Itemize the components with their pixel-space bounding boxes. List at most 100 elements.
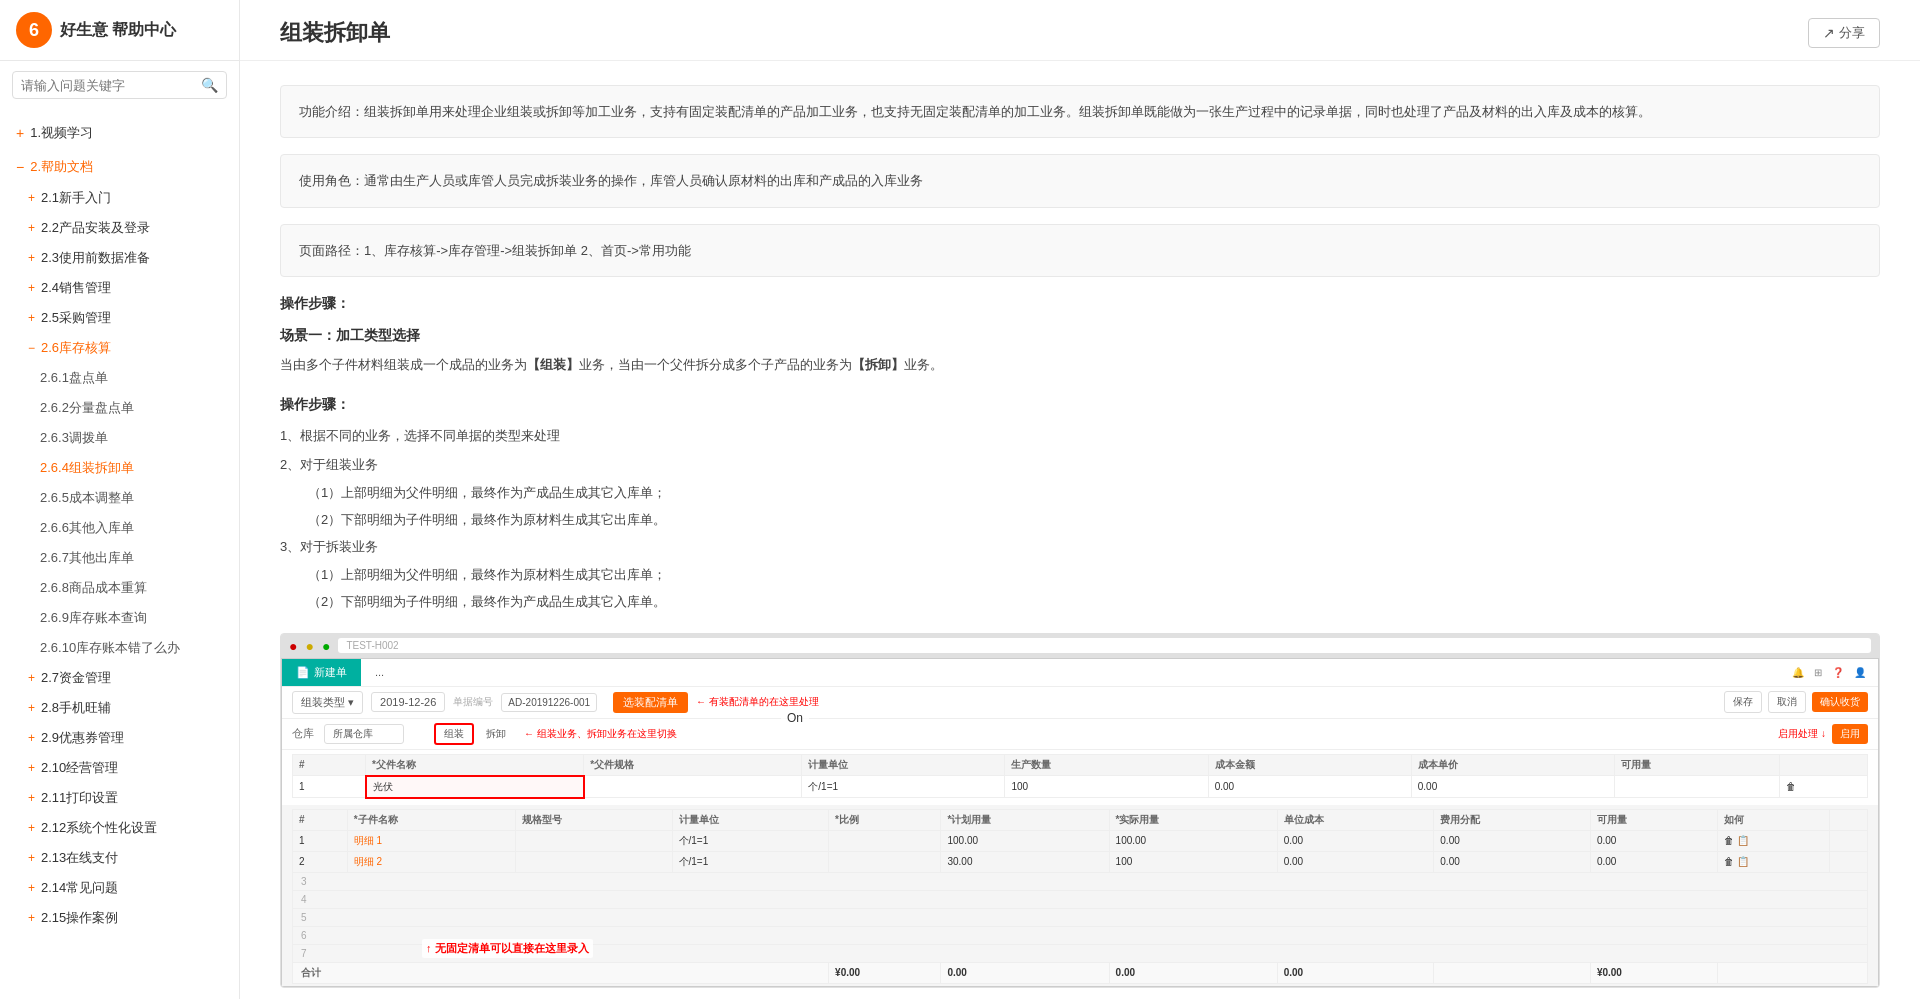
sim-btn-cancel[interactable]: 取消 bbox=[1768, 691, 1806, 713]
sidebar-item-transfer[interactable]: 2.6.3调拨单 bbox=[0, 423, 239, 453]
table-row: 4 bbox=[293, 890, 1868, 908]
footer-alloc: 0.00 bbox=[1277, 962, 1434, 983]
empty-row5: 5 bbox=[293, 908, 1868, 926]
lcell-actual2: 100 bbox=[1109, 851, 1277, 872]
sidebar-item-personalize[interactable]: + 2.12系统个性化设置 bbox=[0, 813, 239, 843]
sidebar-item-stock-query[interactable]: 2.6.9库存账本查询 bbox=[0, 603, 239, 633]
empty-row6: 6 bbox=[293, 926, 1868, 944]
plus-icon: + bbox=[16, 125, 24, 141]
app-title: 好生意 帮助中心 bbox=[60, 20, 176, 41]
sidebar-item-newbie[interactable]: + 2.1新手入门 bbox=[0, 183, 239, 213]
sim-new-label: 新建单 bbox=[314, 665, 347, 680]
step-2-2: （2）下部明细为子件明细，最终作为原材料生成其它出库单。 bbox=[308, 508, 1880, 533]
footer-actual: 0.00 bbox=[941, 962, 1109, 983]
sidebar-item-partial[interactable]: 2.6.2分量盘点单 bbox=[0, 393, 239, 423]
sim-btn-enable[interactable]: 启用 bbox=[1832, 724, 1868, 744]
scene1-desc: 当由多个子件材料组装成一个成品的业务为【组装】业务，当由一个父件拆分成多个子产品… bbox=[280, 353, 1880, 378]
sidebar-item-inventory[interactable]: − 2.6库存核算 bbox=[0, 333, 239, 363]
cell-unit: 个/1=1 bbox=[802, 776, 1005, 798]
cell-action: 🗑 bbox=[1779, 776, 1867, 798]
lcell-how2: 🗑 📋 bbox=[1717, 851, 1829, 872]
search-box[interactable]: 🔍 bbox=[12, 71, 227, 99]
scene1-title: 场景一：加工类型选择 bbox=[280, 327, 1880, 345]
screenshot-container: ● ● ● TEST-H002 📄 新建单 ... 🔔 bbox=[280, 633, 1880, 988]
search-input[interactable] bbox=[21, 78, 201, 93]
lcol-qty: *计划用量 bbox=[941, 809, 1109, 830]
sim-input-warehouse[interactable]: 所属仓库 bbox=[324, 724, 404, 744]
sidebar-item-check[interactable]: 2.6.1盘点单 bbox=[0, 363, 239, 393]
col-cost: 成本金额 bbox=[1208, 754, 1411, 776]
lcell-ratio bbox=[829, 830, 941, 851]
sidebar-item-other-out[interactable]: 2.6.7其他出库单 bbox=[0, 543, 239, 573]
cell-avail bbox=[1614, 776, 1779, 798]
sidebar-item-assembly[interactable]: 2.6.4组装拆卸单 bbox=[0, 453, 239, 483]
plus-icon: + bbox=[28, 821, 35, 835]
sidebar-item-stock-error[interactable]: 2.6.10库存账本错了么办 bbox=[0, 633, 239, 663]
sidebar-item-pay-label: 2.13在线支付 bbox=[41, 849, 118, 867]
sim-action-btns: 启用处理 ↓ 启用 bbox=[1778, 724, 1868, 744]
sidebar-item-docs[interactable]: − 2.帮助文档 bbox=[0, 151, 239, 183]
sim-btn-confirm[interactable]: 确认收货 bbox=[1812, 692, 1868, 712]
sidebar-item-coupon[interactable]: + 2.9优惠券管理 bbox=[0, 723, 239, 753]
col-unit: 计量单位 bbox=[802, 754, 1005, 776]
path-text: 页面路径：1、库存核算->库存管理->组装拆卸单 2、首页->常用功能 bbox=[299, 243, 691, 258]
sidebar-item-goods-cost[interactable]: 2.6.8商品成本重算 bbox=[0, 573, 239, 603]
step-2-1: （1）上部明细为父件明细，最终作为产成品生成其它入库单； bbox=[308, 481, 1880, 506]
plus-icon: + bbox=[28, 761, 35, 775]
sidebar-item-cases[interactable]: + 2.15操作案例 bbox=[0, 903, 239, 933]
lcell-spec bbox=[515, 830, 672, 851]
lcell-name2: 明细 2 bbox=[347, 851, 515, 872]
lcell-avail: 0.00 bbox=[1590, 830, 1717, 851]
sidebar-item-sales[interactable]: + 2.4销售管理 bbox=[0, 273, 239, 303]
table-row: 3 bbox=[293, 872, 1868, 890]
scene1-steps-title: 操作步骤： bbox=[280, 396, 1880, 414]
sim-icon-user: 👤 bbox=[1854, 667, 1866, 678]
sidebar-item-install[interactable]: + 2.2产品安装及登录 bbox=[0, 213, 239, 243]
intro-block: 功能介绍：组装拆卸单用来处理企业组装或拆卸等加工业务，支持有固定装配清单的产品加… bbox=[280, 85, 1880, 138]
sim-btn-save[interactable]: 保存 bbox=[1724, 691, 1762, 713]
table-row: 6 bbox=[293, 926, 1868, 944]
nav-sub-docs: + 2.1新手入门 + 2.2产品安装及登录 + 2.3使用前数据准备 + 2.… bbox=[0, 183, 239, 933]
sidebar-item-pay[interactable]: + 2.13在线支付 bbox=[0, 843, 239, 873]
annotation-switch: ← 组装业务、拆卸业务在这里切换 bbox=[524, 727, 677, 741]
lcell-avail2: 0.00 bbox=[1590, 851, 1717, 872]
sidebar-item-print-label: 2.11打印设置 bbox=[41, 789, 118, 807]
lcell-unit: 个/1=1 bbox=[672, 830, 829, 851]
sidebar-item-mobile[interactable]: + 2.8手机旺辅 bbox=[0, 693, 239, 723]
sidebar-item-prepare[interactable]: + 2.3使用前数据准备 bbox=[0, 243, 239, 273]
sidebar-item-personalize-label: 2.12系统个性化设置 bbox=[41, 819, 157, 837]
cell-spec bbox=[584, 776, 802, 798]
sidebar-item-ops[interactable]: + 2.10经营管理 bbox=[0, 753, 239, 783]
sim-btn-assembly-list[interactable]: 选装配清单 bbox=[613, 692, 688, 713]
sim-btn-date[interactable]: 2019-12-26 bbox=[371, 692, 445, 712]
plus-icon: + bbox=[28, 731, 35, 745]
sim-icon-help: ❓ bbox=[1832, 667, 1844, 678]
sidebar-item-ops-label: 2.10经营管理 bbox=[41, 759, 118, 777]
table-row: 5 bbox=[293, 908, 1868, 926]
lcell-how: 🗑 📋 bbox=[1717, 830, 1829, 851]
share-button[interactable]: ↗ 分享 bbox=[1808, 18, 1880, 48]
sim-btn-assemble[interactable]: 组装 bbox=[434, 723, 474, 745]
sidebar-item-newbie-label: 2.1新手入门 bbox=[41, 189, 111, 207]
cell-seq: 1 bbox=[293, 776, 366, 798]
role-text: 使用角色：通常由生产人员或库管人员完成拆装业务的操作，库管人员确认原材料的出库和… bbox=[299, 173, 923, 188]
sidebar-item-other-in[interactable]: 2.6.6其他入库单 bbox=[0, 513, 239, 543]
sim-btn-disassemble[interactable]: 拆卸 bbox=[478, 725, 514, 743]
sidebar-item-purchase[interactable]: + 2.5采购管理 bbox=[0, 303, 239, 333]
sidebar-nav: + 1.视频学习 − 2.帮助文档 + 2.1新手入门 + 2.2产品安装及登录 bbox=[0, 109, 239, 999]
lcell-unit2: 个/1=1 bbox=[672, 851, 829, 872]
sidebar-item-video[interactable]: + 1.视频学习 bbox=[0, 117, 239, 149]
sidebar-item-cost[interactable]: 2.6.5成本调整单 bbox=[0, 483, 239, 513]
plus-icon: + bbox=[28, 281, 35, 295]
annotation-clearinghouse: ← 有装配清单的在这里处理 bbox=[696, 695, 819, 709]
cell-qty: 100 bbox=[1005, 776, 1208, 798]
sidebar-item-cases-label: 2.15操作案例 bbox=[41, 909, 118, 927]
sidebar-item-print[interactable]: + 2.11打印设置 bbox=[0, 783, 239, 813]
sim-btn-select-type[interactable]: 组装类型 ▾ bbox=[292, 691, 363, 714]
empty-row7: 7 bbox=[293, 944, 1868, 962]
sidebar-item-faq[interactable]: + 2.14常见问题 bbox=[0, 873, 239, 903]
lcol-unit: 计量单位 bbox=[672, 809, 829, 830]
screenshot-sim: 📄 新建单 ... 🔔 ⊞ ❓ 👤 组装类 bbox=[281, 658, 1879, 987]
sim-input-docno[interactable]: AD-20191226-001 bbox=[501, 693, 597, 712]
sidebar-item-capital[interactable]: + 2.7资金管理 bbox=[0, 663, 239, 693]
